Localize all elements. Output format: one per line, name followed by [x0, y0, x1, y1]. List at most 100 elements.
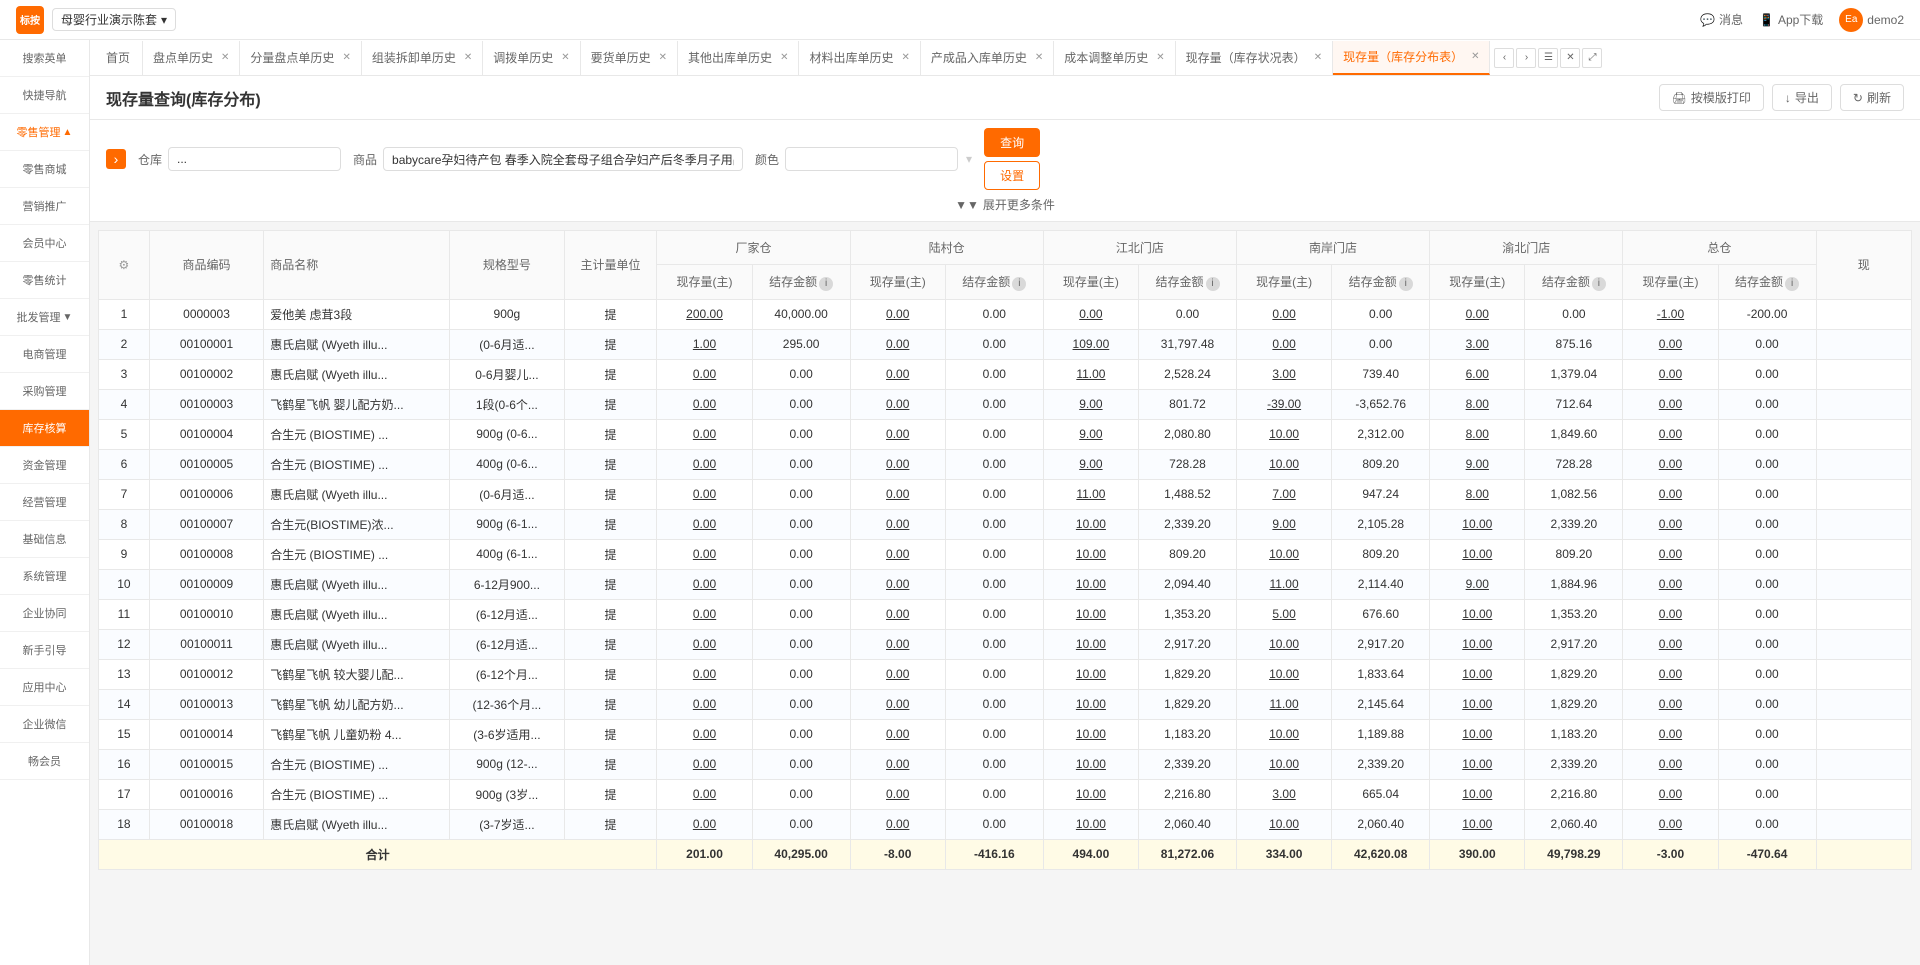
sidebar-item-retail-mall[interactable]: 零售商城	[0, 151, 89, 188]
tab-close-icon[interactable]: ✕	[561, 52, 569, 63]
table-cell[interactable]: 0.00	[1623, 479, 1718, 509]
table-cell[interactable]: 10.00	[1043, 599, 1138, 629]
table-cell[interactable]: 0.00	[1236, 299, 1331, 329]
table-cell[interactable]: 1.00	[657, 329, 752, 359]
table-cell[interactable]: 10.00	[1236, 749, 1331, 779]
table-cell[interactable]: 0.00	[1623, 629, 1718, 659]
sidebar-item-wechat[interactable]: 企业微信	[0, 706, 89, 743]
gear-icon[interactable]: ⚙	[119, 258, 130, 272]
table-cell[interactable]: 7.00	[1236, 479, 1331, 509]
table-cell[interactable]: 9.00	[1430, 449, 1525, 479]
sidebar-item-marketing[interactable]: 营销推广	[0, 188, 89, 225]
table-cell[interactable]: 10.00	[1430, 719, 1525, 749]
table-cell[interactable]: 0.00	[1623, 359, 1718, 389]
setting-btn[interactable]: 设置	[984, 161, 1040, 190]
print-btn[interactable]: 🖨 按模版打印	[1659, 84, 1764, 111]
table-cell[interactable]: 10.00	[1236, 659, 1331, 689]
table-cell[interactable]: 9.00	[1430, 569, 1525, 599]
table-cell[interactable]: 10.00	[1430, 509, 1525, 539]
sidebar-item-members2[interactable]: 畅会员	[0, 743, 89, 780]
table-cell[interactable]: 0.00	[1623, 719, 1718, 749]
table-cell[interactable]: 0.00	[1623, 659, 1718, 689]
table-cell[interactable]: 0.00	[657, 359, 752, 389]
sidebar-item-operations[interactable]: 经营管理	[0, 484, 89, 521]
industry-select[interactable]: 母婴行业演示陈套 ▾	[52, 8, 176, 31]
table-cell[interactable]: 9.00	[1043, 389, 1138, 419]
tab-close-icon[interactable]: ✕	[901, 52, 909, 63]
sidebar-item-quick-nav[interactable]: 快捷导航	[0, 77, 89, 114]
color-input[interactable]	[785, 147, 958, 171]
table-cell[interactable]: 10.00	[1043, 809, 1138, 839]
table-cell[interactable]: 0.00	[850, 749, 945, 779]
user-area[interactable]: Ea demo2	[1839, 8, 1904, 32]
sidebar-item-wholesale[interactable]: 批发管理 ▼	[0, 299, 89, 336]
table-cell[interactable]: 0.00	[1623, 509, 1718, 539]
table-cell[interactable]: 0.00	[1623, 569, 1718, 599]
table-cell[interactable]: 0.00	[657, 569, 752, 599]
tab-restore-btn[interactable]: ⤢	[1582, 48, 1602, 68]
export-btn[interactable]: ↓ 导出	[1772, 84, 1832, 111]
table-cell[interactable]: 0.00	[657, 659, 752, 689]
tab-product-in[interactable]: 产成品入库单历史 ✕	[921, 41, 1054, 75]
table-cell[interactable]: 3.00	[1236, 359, 1331, 389]
table-cell[interactable]: 5.00	[1236, 599, 1331, 629]
table-cell[interactable]: 0.00	[850, 509, 945, 539]
table-cell[interactable]: 0.00	[850, 629, 945, 659]
table-cell[interactable]: 0.00	[850, 449, 945, 479]
sidebar-item-enterprise[interactable]: 企业协同	[0, 595, 89, 632]
table-cell[interactable]: 10.00	[1043, 509, 1138, 539]
table-cell[interactable]: 0.00	[1623, 449, 1718, 479]
tab-stock-status[interactable]: 现存量（库存状况表） ✕	[1176, 41, 1333, 75]
table-cell[interactable]: 10.00	[1430, 779, 1525, 809]
table-cell[interactable]: 10.00	[1430, 539, 1525, 569]
app-download-btn[interactable]: 📱 App下载	[1759, 11, 1823, 28]
product-input[interactable]	[383, 147, 743, 171]
table-cell[interactable]: 200.00	[657, 299, 752, 329]
sidebar-item-basic-info[interactable]: 基础信息	[0, 521, 89, 558]
table-cell[interactable]: 0.00	[657, 479, 752, 509]
tab-assembly[interactable]: 组装拆卸单历史 ✕	[362, 41, 483, 75]
table-cell[interactable]: 8.00	[1430, 479, 1525, 509]
table-cell[interactable]: 10.00	[1430, 629, 1525, 659]
table-cell[interactable]: 0.00	[850, 779, 945, 809]
table-cell[interactable]: 0.00	[1236, 329, 1331, 359]
table-cell[interactable]: 10.00	[1043, 629, 1138, 659]
tab-split-inventory[interactable]: 分量盘点单历史 ✕	[240, 41, 361, 75]
table-cell[interactable]: 10.00	[1043, 779, 1138, 809]
table-cell[interactable]: 0.00	[657, 539, 752, 569]
tab-close-all-btn[interactable]: ✕	[1560, 48, 1580, 68]
tab-menu-btn[interactable]: ☰	[1538, 48, 1558, 68]
table-cell[interactable]: 0.00	[657, 419, 752, 449]
table-cell[interactable]: 0.00	[657, 779, 752, 809]
table-cell[interactable]: 0.00	[1043, 299, 1138, 329]
sidebar-item-search[interactable]: 搜索英单	[0, 40, 89, 77]
table-cell[interactable]: 0.00	[657, 449, 752, 479]
table-cell[interactable]: 0.00	[1623, 329, 1718, 359]
tab-close-icon[interactable]: ✕	[1156, 52, 1164, 63]
tab-close-icon[interactable]: ✕	[1314, 52, 1322, 63]
search-btn[interactable]: 查询	[984, 128, 1040, 157]
tab-requisition[interactable]: 要货单历史 ✕	[581, 41, 678, 75]
sidebar-item-system[interactable]: 系统管理	[0, 558, 89, 595]
tab-prev-btn[interactable]: ‹	[1494, 48, 1514, 68]
table-cell[interactable]: 9.00	[1043, 419, 1138, 449]
table-cell[interactable]: 0.00	[850, 329, 945, 359]
table-cell[interactable]: 0.00	[1623, 599, 1718, 629]
table-cell[interactable]: 0.00	[657, 389, 752, 419]
sidebar-item-guide[interactable]: 新手引导	[0, 632, 89, 669]
table-cell[interactable]: 0.00	[850, 479, 945, 509]
table-cell[interactable]: 10.00	[1430, 599, 1525, 629]
table-cell[interactable]: 10.00	[1430, 659, 1525, 689]
table-cell[interactable]: 10.00	[1430, 809, 1525, 839]
table-cell[interactable]: 0.00	[657, 629, 752, 659]
info-icon[interactable]: i	[1592, 277, 1606, 291]
tab-material-out[interactable]: 材料出库单历史 ✕	[799, 41, 920, 75]
table-cell[interactable]: 0.00	[850, 809, 945, 839]
sidebar-item-members[interactable]: 会员中心	[0, 225, 89, 262]
table-cell[interactable]: 0.00	[850, 359, 945, 389]
tab-stock-dist[interactable]: 现存量（库存分布表） ✕	[1333, 41, 1490, 75]
table-cell[interactable]: 0.00	[850, 719, 945, 749]
tab-close-icon[interactable]: ✕	[1471, 51, 1479, 62]
table-cell[interactable]: 3.00	[1430, 329, 1525, 359]
table-cell[interactable]: 0.00	[850, 539, 945, 569]
